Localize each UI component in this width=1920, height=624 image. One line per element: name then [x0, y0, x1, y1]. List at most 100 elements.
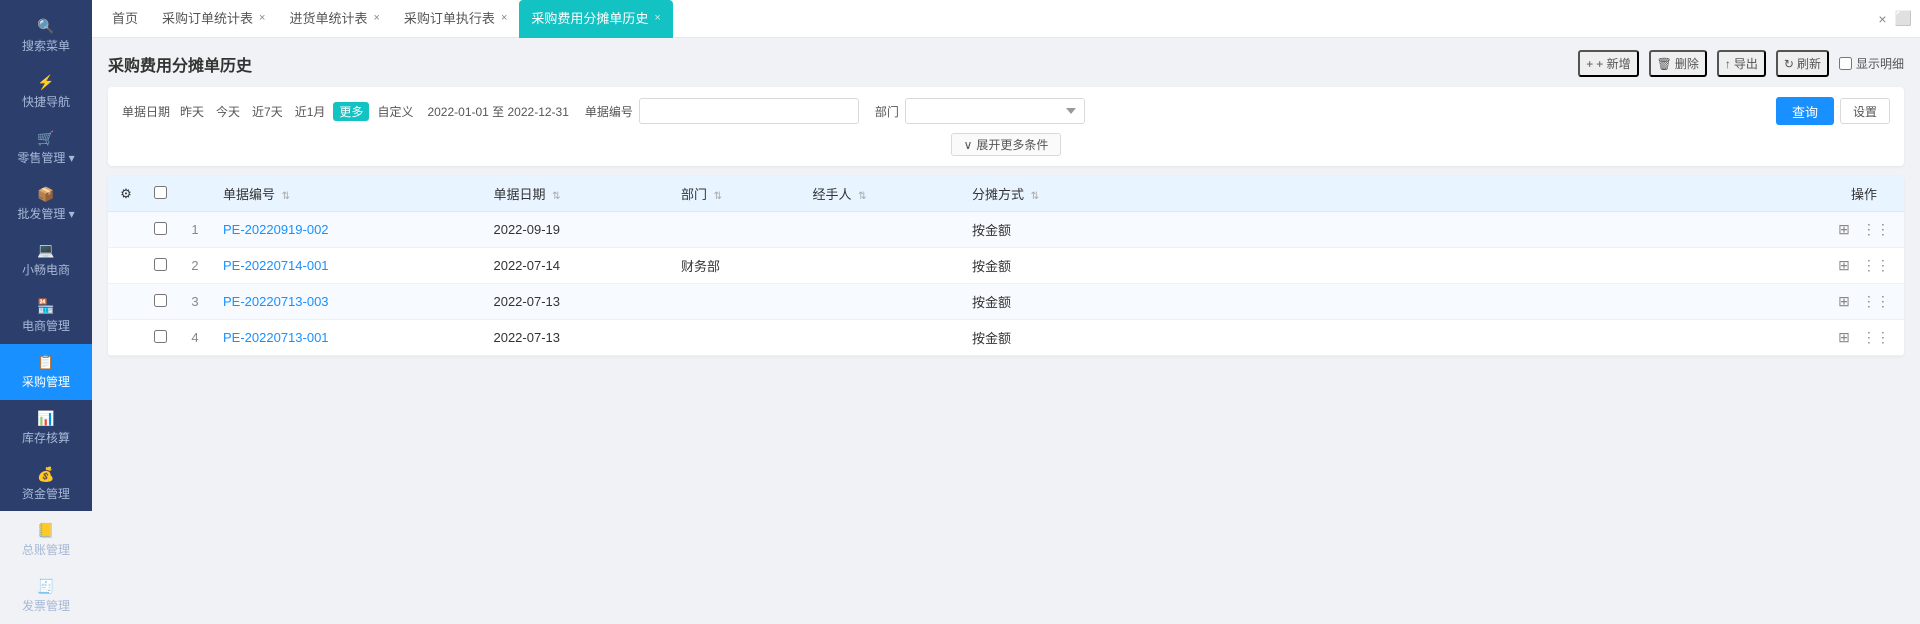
search-icon: 🔍 [4, 18, 88, 35]
row-edit-icon[interactable]: ⊞ [1836, 291, 1852, 312]
tab-close-purchase-exec[interactable]: × [501, 12, 507, 24]
tab-close-all-icon[interactable]: × [1878, 11, 1886, 27]
row-order-no[interactable]: PE-20220714-001 [213, 248, 483, 284]
date-label: 单据日期 [122, 103, 170, 120]
sidebar-item-retail[interactable]: 🛒 零售管理 ▾ [0, 120, 92, 176]
date-btn-1month[interactable]: 近1月 [291, 102, 330, 121]
order-no-input[interactable] [639, 98, 859, 124]
sidebar-item-purchase[interactable]: 📋 采购管理 [0, 344, 92, 400]
tab-purchase-cost[interactable]: 采购费用分摊单历史 × [519, 0, 672, 38]
th-num [177, 176, 213, 212]
row-more-icon[interactable]: ⋮⋮ [1860, 255, 1892, 276]
date-btn-today[interactable]: 今天 [212, 102, 244, 121]
th-dept[interactable]: 部门 ⇅ [671, 176, 803, 212]
ecom-icon: 🏪 [4, 298, 88, 315]
sidebar-item-invoice[interactable]: 🧾 发票管理 [0, 568, 92, 624]
row-checkbox-cell [144, 284, 177, 320]
date-btn-7days[interactable]: 近7天 [248, 102, 287, 121]
order-no-link[interactable]: PE-20220714-001 [223, 258, 329, 273]
tab-purchase-order-stat[interactable]: 采购订单统计表 × [150, 0, 277, 38]
settings-button[interactable]: 设置 [1840, 98, 1890, 124]
sidebar: 🔍 搜索菜单 ⚡ 快捷导航 🛒 零售管理 ▾ 📦 批发管理 ▾ 💻 小畅电商 🏪… [0, 0, 92, 511]
filter-date: 单据日期 昨天 今天 近7天 近1月 更多 自定义 2022-01-01 至 2… [122, 102, 569, 121]
row-actions: ⊞ ⋮⋮ [1834, 327, 1894, 348]
inventory-icon: 📊 [4, 410, 88, 427]
th-order-no[interactable]: 单据编号 ⇅ [213, 176, 483, 212]
row-edit-icon[interactable]: ⊞ [1836, 255, 1852, 276]
export-icon: ↑ [1725, 57, 1731, 71]
tab-maximize-icon[interactable]: ⬜ [1895, 10, 1912, 27]
date-btn-custom[interactable]: 自定义 [373, 102, 417, 121]
filter-order-no: 单据编号 [585, 98, 859, 124]
th-settings[interactable]: ⚙ [108, 176, 144, 212]
order-no-link[interactable]: PE-20220919-002 [223, 222, 329, 237]
expand-icon: ∨ [964, 138, 973, 152]
row-checkbox[interactable] [154, 222, 167, 235]
refresh-button[interactable]: ↻ 刷新 [1776, 50, 1829, 77]
th-date[interactable]: 单据日期 ⇅ [483, 176, 671, 212]
delete-icon: 🗑 [1657, 57, 1672, 71]
row-handler [803, 320, 963, 356]
row-checkbox[interactable] [154, 330, 167, 343]
sidebar-item-ledger[interactable]: 📒 总账管理 [0, 512, 92, 568]
show-cols-checkbox[interactable]: 显示明细 [1839, 55, 1904, 72]
delete-button[interactable]: 🗑 删除 [1649, 50, 1707, 77]
sidebar-item-search[interactable]: 🔍 搜索菜单 [0, 8, 92, 64]
query-button[interactable]: 查询 [1776, 97, 1834, 125]
page-header: 采购费用分摊单历史 + + 新增 🗑 删除 ↑ 导出 ↻ 刷新 [108, 50, 1904, 77]
th-split-method[interactable]: 分摊方式 ⇅ [962, 176, 1824, 212]
row-handler [803, 284, 963, 320]
tab-bar-actions: × ⬜ [1878, 10, 1912, 27]
row-settings [108, 284, 144, 320]
tab-purchase-exec[interactable]: 采购订单执行表 × [392, 0, 519, 38]
wholesale-icon: 📦 [4, 186, 88, 203]
row-checkbox[interactable] [154, 258, 167, 271]
tab-close-purchase-order-stat[interactable]: × [259, 12, 265, 24]
row-order-no[interactable]: PE-20220713-001 [213, 320, 483, 356]
expand-more-button[interactable]: ∨ 展开更多条件 [951, 133, 1062, 156]
filter-bar: 单据日期 昨天 今天 近7天 近1月 更多 自定义 2022-01-01 至 2… [108, 87, 1904, 166]
date-btn-yesterday[interactable]: 昨天 [176, 102, 208, 121]
dept-select[interactable]: 财务部 [905, 98, 1085, 124]
th-checkbox [144, 176, 177, 212]
page-content: 采购费用分摊单历史 + + 新增 🗑 删除 ↑ 导出 ↻ 刷新 [92, 38, 1920, 511]
micro-icon: 💻 [4, 242, 88, 259]
date-btn-more[interactable]: 更多 [333, 102, 369, 121]
order-no-link[interactable]: PE-20220713-001 [223, 330, 329, 345]
add-button[interactable]: + + 新增 [1578, 50, 1638, 77]
row-checkbox[interactable] [154, 294, 167, 307]
main-content: 首页 采购订单统计表 × 进货单统计表 × 采购订单执行表 × 采购费用分摊单历… [92, 0, 1920, 511]
tab-goods-stat[interactable]: 进货单统计表 × [277, 0, 391, 38]
row-order-no[interactable]: PE-20220713-003 [213, 284, 483, 320]
row-order-no[interactable]: PE-20220919-002 [213, 212, 483, 248]
row-date: 2022-07-13 [483, 284, 671, 320]
row-more-icon[interactable]: ⋮⋮ [1860, 291, 1892, 312]
filter-row-1: 单据日期 昨天 今天 近7天 近1月 更多 自定义 2022-01-01 至 2… [122, 97, 1890, 125]
tab-close-purchase-cost[interactable]: × [654, 12, 660, 24]
row-more-icon[interactable]: ⋮⋮ [1860, 327, 1892, 348]
row-edit-icon[interactable]: ⊞ [1836, 219, 1852, 240]
row-edit-icon[interactable]: ⊞ [1836, 327, 1852, 348]
retail-icon: 🛒 [4, 130, 88, 147]
data-table: ⚙ 单据编号 ⇅ 单据日期 ⇅ [108, 176, 1904, 356]
table-header-row: ⚙ 单据编号 ⇅ 单据日期 ⇅ [108, 176, 1904, 212]
row-dept [671, 320, 803, 356]
select-all-checkbox[interactable] [154, 186, 167, 199]
table-row: 1 PE-20220919-002 2022-09-19 按金额 ⊞ ⋮⋮ [108, 212, 1904, 248]
table: ⚙ 单据编号 ⇅ 单据日期 ⇅ [108, 176, 1904, 356]
th-handler[interactable]: 经手人 ⇅ [803, 176, 963, 212]
sidebar-item-quick[interactable]: ⚡ 快捷导航 [0, 64, 92, 120]
row-num: 3 [177, 284, 213, 320]
export-button[interactable]: ↑ 导出 [1717, 50, 1766, 77]
row-split-method: 按金额 [962, 248, 1824, 284]
row-more-icon[interactable]: ⋮⋮ [1860, 219, 1892, 240]
order-no-link[interactable]: PE-20220713-003 [223, 294, 329, 309]
sidebar-item-wholesale[interactable]: 📦 批发管理 ▾ [0, 176, 92, 232]
sidebar-item-ecom[interactable]: 🏪 电商管理 [0, 288, 92, 344]
sidebar-item-micro[interactable]: 💻 小畅电商 [0, 232, 92, 288]
tab-home[interactable]: 首页 [100, 0, 150, 38]
show-cols-input[interactable] [1839, 57, 1852, 70]
tab-close-goods-stat[interactable]: × [373, 12, 379, 24]
sidebar-item-finance[interactable]: 💰 资金管理 [0, 456, 92, 512]
sidebar-item-inventory[interactable]: 📊 库存核算 [0, 400, 92, 456]
